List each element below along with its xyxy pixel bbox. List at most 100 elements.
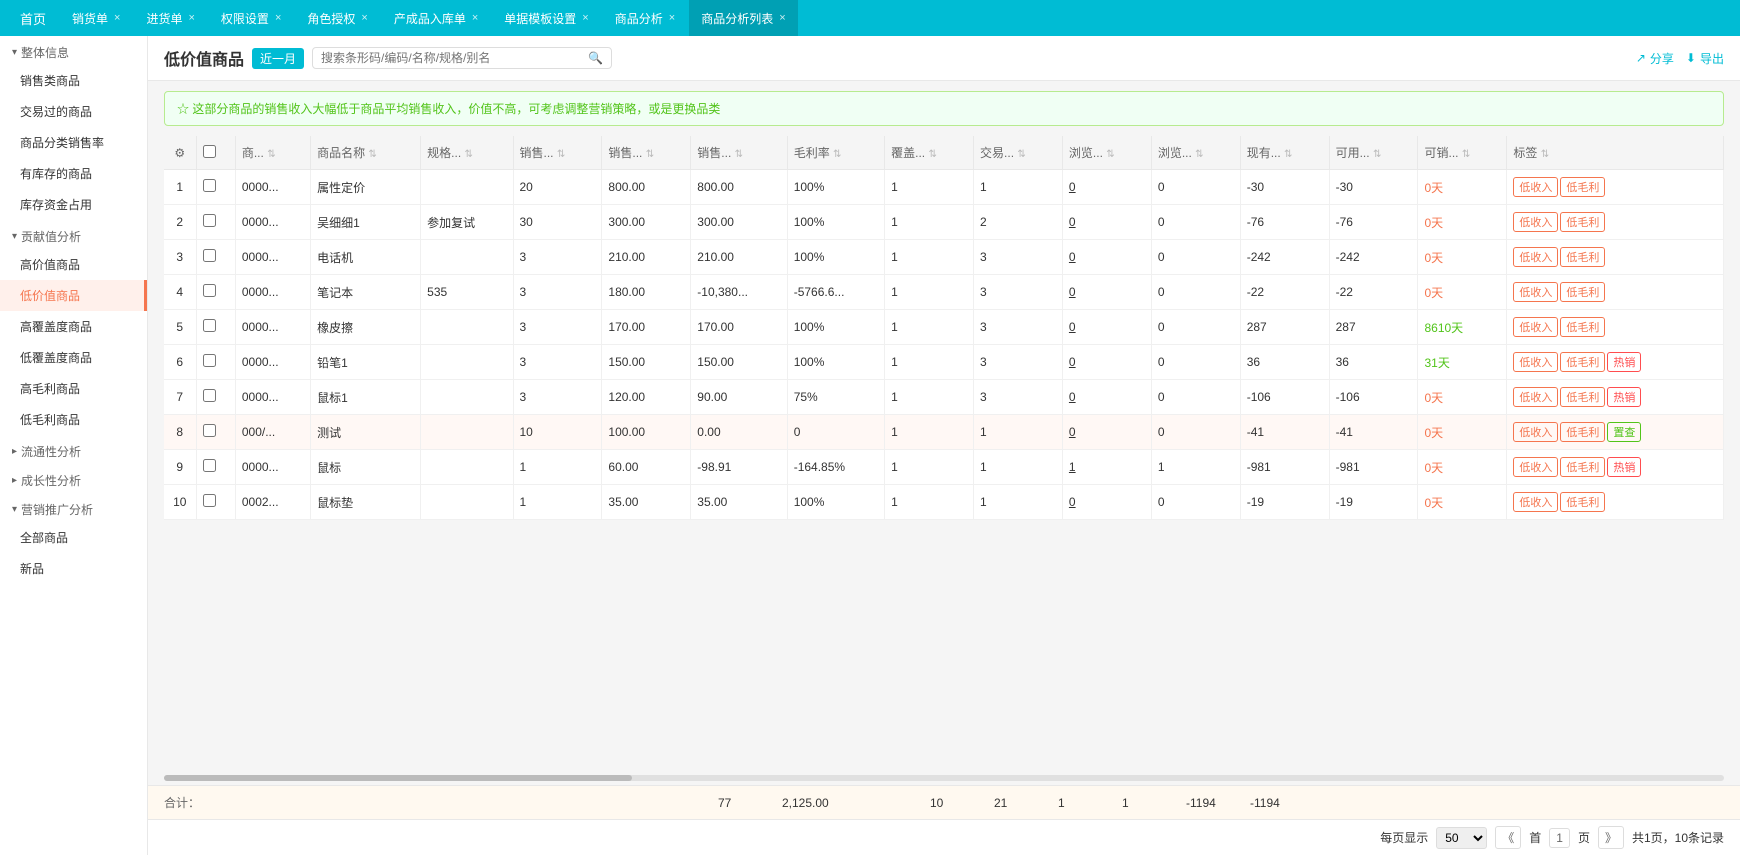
last-page-button[interactable]: 》 — [1598, 826, 1624, 849]
sidebar-group-overall[interactable]: ▾ 整体信息 — [0, 36, 147, 65]
close-icon[interactable]: × — [472, 12, 478, 24]
sidebar-item-stock-products[interactable]: 有库存的商品 — [0, 158, 147, 189]
row-select-checkbox[interactable] — [203, 389, 216, 402]
col-trade[interactable]: 交易... ⇅ — [974, 136, 1063, 170]
close-icon[interactable]: × — [669, 12, 675, 24]
row-code: 0000... — [235, 310, 310, 345]
sidebar-item-low-margin[interactable]: 低毛利商品 — [0, 404, 147, 435]
close-icon[interactable]: × — [361, 12, 367, 24]
view1-link[interactable]: 0 — [1069, 285, 1076, 299]
view1-link[interactable]: 0 — [1069, 320, 1076, 334]
sidebar-item-high-coverage[interactable]: 高覆盖度商品 — [0, 311, 147, 342]
col-coverage[interactable]: 覆盖... ⇅ — [885, 136, 974, 170]
row-checkbox[interactable] — [196, 275, 235, 310]
sidebar-item-sales-products[interactable]: 销售类商品 — [0, 65, 147, 96]
row-checkbox[interactable] — [196, 485, 235, 520]
row-select-checkbox[interactable] — [203, 214, 216, 227]
sidebar-item-high-value[interactable]: 高价值商品 — [0, 249, 147, 280]
col-code[interactable]: 商... ⇅ — [235, 136, 310, 170]
col-margin[interactable]: 毛利率 ⇅ — [787, 136, 884, 170]
sidebar-item-stock-capital[interactable]: 库存资金占用 — [0, 189, 147, 220]
row-checkbox[interactable] — [196, 240, 235, 275]
row-sales-qty: 3 — [513, 310, 602, 345]
sidebar-item-category-rate[interactable]: 商品分类销售率 — [0, 127, 147, 158]
share-button[interactable]: ↗ 分享 — [1636, 50, 1674, 67]
row-checkbox[interactable] — [196, 205, 235, 240]
row-checkbox[interactable] — [196, 415, 235, 450]
row-select-checkbox[interactable] — [203, 319, 216, 332]
nav-permission[interactable]: 权限设置 × — [209, 0, 293, 36]
search-icon[interactable]: 🔍 — [588, 51, 603, 65]
row-checkbox[interactable] — [196, 170, 235, 205]
row-select-checkbox[interactable] — [203, 249, 216, 262]
nav-purchase[interactable]: 进货单 × — [134, 0, 206, 36]
col-saleable[interactable]: 可销... ⇅ — [1418, 136, 1507, 170]
col-available-stock[interactable]: 可用... ⇅ — [1329, 136, 1418, 170]
row-select-checkbox[interactable] — [203, 179, 216, 192]
sidebar-item-high-margin[interactable]: 高毛利商品 — [0, 373, 147, 404]
nav-template[interactable]: 单据模板设置 × — [492, 0, 600, 36]
view1-link[interactable]: 0 — [1069, 425, 1076, 439]
nav-sales[interactable]: 销货单 × — [60, 0, 132, 36]
col-view2[interactable]: 浏览... ⇅ — [1151, 136, 1240, 170]
row-select-checkbox[interactable] — [203, 354, 216, 367]
col-settings[interactable]: ⚙ — [164, 136, 196, 170]
col-spec[interactable]: 规格... ⇅ — [421, 136, 513, 170]
row-current-stock: -106 — [1240, 380, 1329, 415]
close-icon[interactable]: × — [275, 12, 281, 24]
sidebar-group-flow[interactable]: ▸ 流通性分析 — [0, 435, 147, 464]
view1-link[interactable]: 0 — [1069, 355, 1076, 369]
view1-link[interactable]: 0 — [1069, 390, 1076, 404]
search-input[interactable] — [321, 51, 584, 65]
sidebar-item-low-value[interactable]: 低价值商品 — [0, 280, 147, 311]
sidebar-item-traded-products[interactable]: 交易过的商品 — [0, 96, 147, 127]
tag-badge: 低毛利 — [1560, 352, 1605, 372]
row-select-checkbox[interactable] — [203, 424, 216, 437]
sidebar-group-contribution[interactable]: ▾ 贡献值分析 — [0, 220, 147, 249]
chevron-down-icon: ▾ — [12, 47, 17, 58]
sidebar-group-growth[interactable]: ▸ 成长性分析 — [0, 464, 147, 493]
col-tags[interactable]: 标签 ⇅ — [1507, 136, 1724, 170]
row-checkbox[interactable] — [196, 450, 235, 485]
first-page-button[interactable]: 《 — [1495, 826, 1521, 849]
row-select-checkbox[interactable] — [203, 459, 216, 472]
nav-product-instock[interactable]: 产成品入库单 × — [382, 0, 490, 36]
view1-link[interactable]: 0 — [1069, 495, 1076, 509]
close-icon[interactable]: × — [779, 12, 785, 24]
col-sales-profit[interactable]: 销售... ⇅ — [691, 136, 787, 170]
select-all-checkbox[interactable] — [203, 145, 216, 158]
col-view1[interactable]: 浏览... ⇅ — [1062, 136, 1151, 170]
filter-badge[interactable]: 近一月 — [252, 48, 304, 69]
close-icon[interactable]: × — [582, 12, 588, 24]
sidebar-item-low-coverage[interactable]: 低覆盖度商品 — [0, 342, 147, 373]
view1-link[interactable]: 1 — [1069, 460, 1076, 474]
sidebar-item-all-products[interactable]: 全部商品 — [0, 522, 147, 553]
nav-role[interactable]: 角色授权 × — [295, 0, 379, 36]
col-current-stock[interactable]: 现有... ⇅ — [1240, 136, 1329, 170]
row-checkbox[interactable] — [196, 345, 235, 380]
view1-link[interactable]: 0 — [1069, 215, 1076, 229]
col-sales-qty[interactable]: 销售... ⇅ — [513, 136, 602, 170]
view1-link[interactable]: 0 — [1069, 180, 1076, 194]
export-button[interactable]: ⬇ 导出 — [1686, 50, 1724, 67]
settings-icon[interactable]: ⚙ — [174, 146, 185, 160]
row-select-checkbox[interactable] — [203, 284, 216, 297]
sidebar-group-marketing[interactable]: ▾ 营销推广分析 — [0, 493, 147, 522]
row-select-checkbox[interactable] — [203, 494, 216, 507]
row-sales-profit: -10,380... — [691, 275, 787, 310]
sidebar-item-new-products[interactable]: 新品 — [0, 553, 147, 584]
horizontal-scrollbar[interactable] — [164, 775, 1724, 781]
close-icon[interactable]: × — [188, 12, 194, 24]
row-checkbox[interactable] — [196, 310, 235, 345]
row-checkbox[interactable] — [196, 380, 235, 415]
nav-home[interactable]: 首页 — [8, 0, 58, 36]
nav-product-analysis[interactable]: 商品分析 × — [603, 0, 687, 36]
nav-product-analysis-list[interactable]: 商品分析列表 × — [689, 0, 797, 36]
col-sales-amount[interactable]: 销售... ⇅ — [602, 136, 691, 170]
close-icon[interactable]: × — [114, 12, 120, 24]
per-page-select[interactable]: 50 100 200 — [1436, 827, 1487, 849]
row-sales-profit: 300.00 — [691, 205, 787, 240]
col-name[interactable]: 商品名称 ⇅ — [311, 136, 421, 170]
row-spec — [421, 310, 513, 345]
view1-link[interactable]: 0 — [1069, 250, 1076, 264]
